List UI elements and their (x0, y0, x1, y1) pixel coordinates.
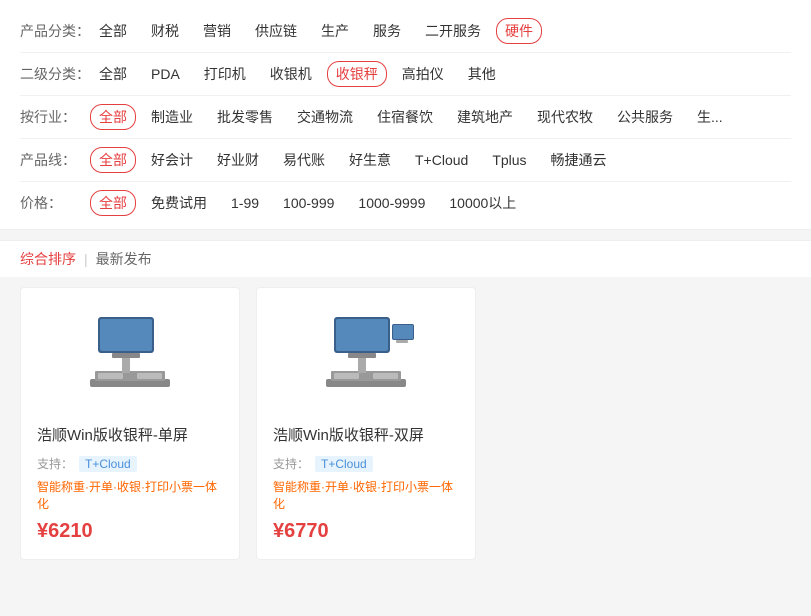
ind-agriculture[interactable]: 现代农牧 (528, 104, 602, 130)
ind-all[interactable]: 全部 (90, 104, 136, 130)
ind-transport[interactable]: 交通物流 (288, 104, 362, 130)
price-r2[interactable]: 100-999 (274, 192, 343, 214)
ind-more[interactable]: 生... (688, 104, 732, 130)
support-label-2: 支持： (273, 455, 309, 472)
pl-all[interactable]: 全部 (90, 147, 136, 173)
product-card-1[interactable]: 浩顺Win版收银秤-单屏 支持： T+Cloud 智能称重·开单·收银·打印小票… (20, 287, 240, 560)
price-r3[interactable]: 1000-9999 (349, 192, 434, 214)
productline-label: 产品线： (20, 150, 90, 170)
product-price-2: ¥6770 (273, 520, 459, 543)
sub-highcam[interactable]: 高拍仪 (393, 61, 453, 87)
productline-filter-row: 产品线： 全部 好会计 好业财 易代账 好生意 T+Cloud Tplus 畅捷… (20, 139, 791, 182)
cat-tax[interactable]: 财税 (142, 18, 188, 44)
support-tag-1: T+Cloud (79, 456, 137, 472)
price-label: 价格： (20, 193, 90, 213)
sort-divider: | (84, 251, 88, 267)
sub-pda[interactable]: PDA (142, 63, 189, 85)
product-support-1: 支持： T+Cloud (37, 455, 223, 472)
product-image-1 (37, 304, 223, 414)
subcategory-filter-row: 二级分类： 全部 PDA 打印机 收银机 收银秤 高拍仪 其他 (20, 53, 791, 96)
product-price-1: ¥6210 (37, 520, 223, 543)
pl-bills[interactable]: 易代账 (274, 147, 334, 173)
pl-express[interactable]: 畅捷通云 (542, 147, 616, 173)
product-name-2: 浩顺Win版收银秤-双屏 (273, 424, 459, 445)
category-label: 产品分类： (20, 21, 90, 41)
industry-items: 全部 制造业 批发零售 交通物流 住宿餐饮 建筑地产 现代农牧 公共服务 生..… (90, 104, 732, 130)
price-r1[interactable]: 1-99 (222, 192, 268, 214)
price-items: 全部 免费试用 1-99 100-999 1000-9999 10000以上 (90, 190, 525, 216)
cat-supply[interactable]: 供应链 (246, 18, 306, 44)
price-r4[interactable]: 10000以上 (440, 190, 525, 216)
product-card-2[interactable]: 浩顺Win版收银秤-双屏 支持： T+Cloud 智能称重·开单·收银·打印小票… (256, 287, 476, 560)
pl-business[interactable]: 好生意 (340, 147, 400, 173)
cat-all[interactable]: 全部 (90, 18, 136, 44)
sort-comprehensive[interactable]: 综合排序 (20, 249, 76, 269)
ind-public[interactable]: 公共服务 (608, 104, 682, 130)
sub-scale[interactable]: 收银秤 (327, 61, 387, 87)
cat-marketing[interactable]: 营销 (194, 18, 240, 44)
products-grid: 浩顺Win版收银秤-单屏 支持： T+Cloud 智能称重·开单·收银·打印小票… (0, 277, 811, 570)
pos-machine-svg-1 (70, 309, 190, 409)
sub-all[interactable]: 全部 (90, 61, 136, 87)
cat-service[interactable]: 服务 (364, 18, 410, 44)
support-label-1: 支持： (37, 455, 73, 472)
subcategory-items: 全部 PDA 打印机 收银机 收银秤 高拍仪 其他 (90, 61, 505, 87)
support-tag-2: T+Cloud (315, 456, 373, 472)
pos-machine-svg-2 (306, 309, 426, 409)
product-desc-2: 智能称重·开单·收银·打印小票一体化 (273, 478, 459, 512)
cat-opendev[interactable]: 二开服务 (416, 18, 490, 44)
subcategory-label: 二级分类： (20, 64, 90, 84)
sort-bar: 综合排序 | 最新发布 (0, 240, 811, 277)
pl-tcloud[interactable]: T+Cloud (406, 149, 477, 171)
filter-section: 产品分类： 全部 财税 营销 供应链 生产 服务 二开服务 硬件 二级分类： 全… (0, 0, 811, 230)
industry-label: 按行业： (20, 107, 90, 127)
category-items: 全部 财税 营销 供应链 生产 服务 二开服务 硬件 (90, 18, 542, 44)
price-all[interactable]: 全部 (90, 190, 136, 216)
product-support-2: 支持： T+Cloud (273, 455, 459, 472)
sub-cashier[interactable]: 收银机 (261, 61, 321, 87)
product-image-2 (273, 304, 459, 414)
price-filter-row: 价格： 全部 免费试用 1-99 100-999 1000-9999 10000… (20, 182, 791, 224)
ind-hospitality[interactable]: 住宿餐饮 (368, 104, 442, 130)
pl-finance[interactable]: 好业财 (208, 147, 268, 173)
sub-printer[interactable]: 打印机 (195, 61, 255, 87)
product-name-1: 浩顺Win版收银秤-单屏 (37, 424, 223, 445)
cat-hardware[interactable]: 硬件 (496, 18, 542, 44)
sub-other[interactable]: 其他 (459, 61, 505, 87)
price-free[interactable]: 免费试用 (142, 190, 216, 216)
sort-latest[interactable]: 最新发布 (96, 249, 152, 269)
ind-wholesale[interactable]: 批发零售 (208, 104, 282, 130)
pl-tplus[interactable]: Tplus (483, 149, 535, 171)
category-filter-row: 产品分类： 全部 财税 营销 供应链 生产 服务 二开服务 硬件 (20, 10, 791, 53)
product-desc-1: 智能称重·开单·收银·打印小票一体化 (37, 478, 223, 512)
industry-filter-row: 按行业： 全部 制造业 批发零售 交通物流 住宿餐饮 建筑地产 现代农牧 公共服… (20, 96, 791, 139)
ind-construction[interactable]: 建筑地产 (448, 104, 522, 130)
ind-manufacturing[interactable]: 制造业 (142, 104, 202, 130)
pl-accounting[interactable]: 好会计 (142, 147, 202, 173)
cat-production[interactable]: 生产 (312, 18, 358, 44)
productline-items: 全部 好会计 好业财 易代账 好生意 T+Cloud Tplus 畅捷通云 (90, 147, 616, 173)
